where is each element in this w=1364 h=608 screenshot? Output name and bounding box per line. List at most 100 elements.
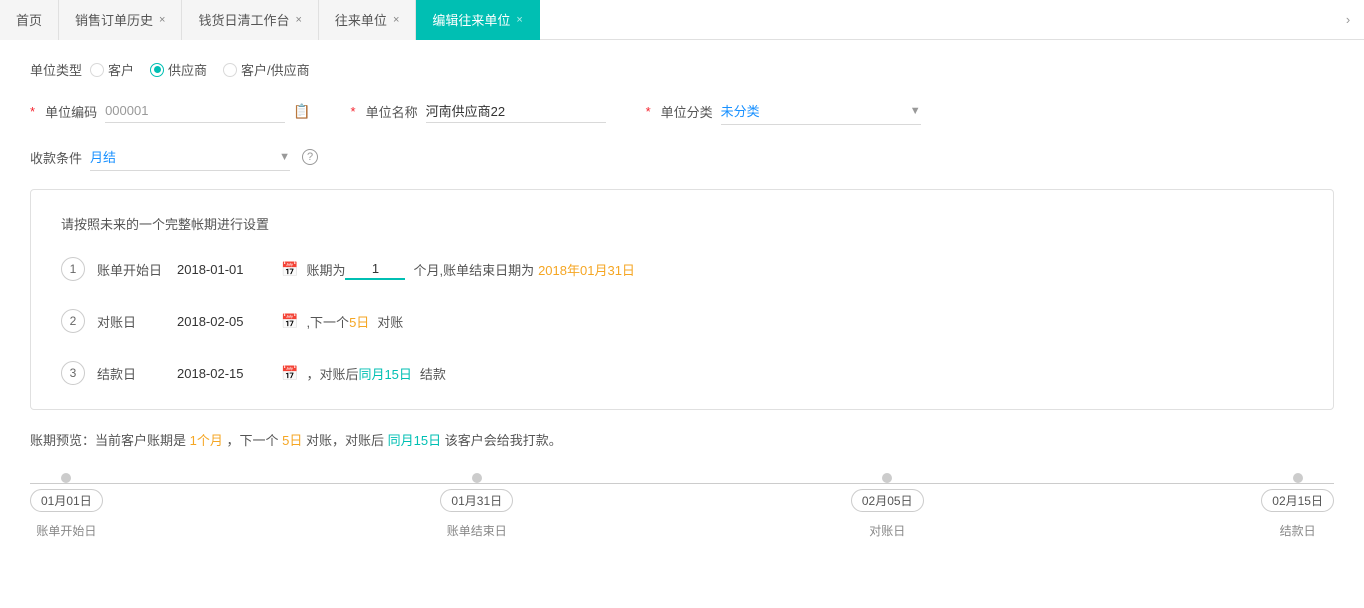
step-1-desc-suffix: 个月,账单结束日期为: [413, 260, 534, 279]
tab-cash-close-icon[interactable]: ×: [295, 14, 301, 26]
unit-info-row: * 单位编码 📋 * 单位名称 * 单位分类 未分类 ▼: [30, 97, 1334, 125]
tab-bar: 首页 销售订单历史 × 钱货日清工作台 × 往来单位 × 编辑往来单位 × ›: [0, 0, 1364, 40]
preview-middle1: ，下一个: [227, 433, 279, 448]
step-2-highlight: 5日: [349, 312, 369, 331]
tab-home-label: 首页: [16, 10, 42, 29]
timeline-label-1: 账单结束日: [447, 522, 507, 539]
preview-suffix: 该客户会给我打款。: [445, 433, 562, 448]
step-3-desc-suffix: 结款: [420, 364, 446, 383]
payment-terms-label: 收款条件: [30, 148, 82, 167]
unit-category-arrow-icon: ▼: [910, 105, 921, 117]
unit-code-icon[interactable]: 📋: [293, 103, 310, 120]
radio-customer[interactable]: 客户: [90, 60, 134, 79]
step-2-calendar-icon[interactable]: 📅: [281, 313, 298, 330]
timeline-node-3: 02月15日 结款日: [1261, 473, 1334, 539]
tab-counterparts-close-icon[interactable]: ×: [393, 14, 399, 26]
preview-row: 账期预览：当前客户账期是 1个月 ，下一个 5日 对账，对账后 同月15日 该客…: [30, 430, 1334, 449]
timeline: 01月01日 账单开始日 01月31日 账单结束日 02月05日 对账日 02月…: [30, 473, 1334, 539]
preview-middle2: 对账，对账后: [306, 433, 384, 448]
step-3-label: 结款日: [97, 364, 177, 383]
unit-code-input[interactable]: [105, 99, 285, 123]
tab-edit-close-icon[interactable]: ×: [516, 14, 522, 26]
unit-category-value: 未分类: [721, 101, 910, 120]
timeline-nodes: 01月01日 账单开始日 01月31日 账单结束日 02月05日 对账日 02月…: [30, 473, 1334, 539]
step-3-highlight: 同月15日: [358, 364, 411, 383]
unit-category-dropdown[interactable]: 未分类 ▼: [721, 97, 921, 125]
timeline-badge-3: 02月15日: [1261, 489, 1334, 512]
preview-date2: 同月15日: [388, 433, 441, 448]
radio-customer-label: 客户: [108, 60, 134, 79]
radio-both-circle: [223, 63, 237, 77]
unit-name-star: *: [351, 104, 356, 119]
unit-code-star: *: [30, 104, 35, 119]
timeline-dot-3: [1293, 473, 1303, 483]
unit-type-field: 单位类型 客户 供应商 客户/供应商: [30, 60, 310, 79]
preview-period: 1个月: [190, 433, 223, 448]
step-2-row: 2 对账日 2018-02-05 📅 ,下一个 5日 对账: [61, 309, 1303, 333]
timeline-label-3: 结款日: [1280, 522, 1316, 539]
tab-edit-counterpart[interactable]: 编辑往来单位 ×: [416, 0, 539, 40]
unit-code-label: 单位编码: [45, 102, 97, 121]
tab-counterparts[interactable]: 往来单位 ×: [319, 0, 416, 40]
timeline-dot-2: [882, 473, 892, 483]
step-1-row: 1 账单开始日 2018-01-01 📅 账期为 个月,账单结束日期为 2018…: [61, 257, 1303, 281]
timeline-node-1: 01月31日 账单结束日: [440, 473, 513, 539]
timeline-node-2: 02月05日 对账日: [851, 473, 924, 539]
step-2-date: 2018-02-05: [177, 314, 277, 329]
step-1-num: 1: [61, 257, 85, 281]
timeline-badge-0: 01月01日: [30, 489, 103, 512]
tab-counterparts-label: 往来单位: [335, 10, 387, 29]
timeline-node-0: 01月01日 账单开始日: [30, 473, 103, 539]
tab-cash-label: 钱货日清工作台: [198, 10, 289, 29]
tab-cash-goods[interactable]: 钱货日清工作台 ×: [182, 0, 318, 40]
step-1-end-date: 2018年01月31日: [538, 260, 635, 279]
tab-sales-label: 销售订单历史: [75, 10, 153, 29]
step-3-desc-prefix: ，对账后: [306, 364, 358, 383]
payment-terms-help-icon[interactable]: ?: [302, 149, 318, 165]
radio-supplier-label: 供应商: [168, 60, 207, 79]
preview-prefix: 账期预览：当前客户账期是: [30, 433, 186, 448]
step-1-desc-prefix: 账期为: [306, 260, 345, 279]
radio-both[interactable]: 客户/供应商: [223, 60, 310, 79]
tab-home[interactable]: 首页: [0, 0, 59, 40]
timeline-badge-2: 02月05日: [851, 489, 924, 512]
unit-name-input[interactable]: [426, 99, 606, 123]
timeline-label-2: 对账日: [869, 522, 905, 539]
payment-terms-field: 收款条件 月结 ▼ ?: [30, 143, 318, 171]
payment-terms-arrow-icon: ▼: [279, 151, 290, 163]
unit-code-field: * 单位编码 📋: [30, 99, 311, 123]
radio-supplier-circle: [150, 63, 164, 77]
section-title: 请按照未来的一个完整帐期进行设置: [61, 214, 1303, 233]
timeline-badge-1: 01月31日: [440, 489, 513, 512]
step-3-row: 3 结款日 2018-02-15 📅 ，对账后 同月15日 结款: [61, 361, 1303, 385]
step-1-period-input[interactable]: [345, 259, 405, 280]
radio-customer-circle: [90, 63, 104, 77]
timeline-label-0: 账单开始日: [36, 522, 96, 539]
radio-supplier[interactable]: 供应商: [150, 60, 207, 79]
unit-type-label: 单位类型: [30, 60, 82, 79]
step-1-label: 账单开始日: [97, 260, 177, 279]
step-2-desc-prefix: ,下一个: [306, 312, 349, 331]
step-1-date: 2018-01-01: [177, 262, 277, 277]
tab-sales-order-history[interactable]: 销售订单历史 ×: [59, 0, 182, 40]
step-3-num: 3: [61, 361, 85, 385]
preview-date1: 5日: [282, 433, 302, 448]
step-2-label: 对账日: [97, 312, 177, 331]
billing-period-section: 请按照未来的一个完整帐期进行设置 1 账单开始日 2018-01-01 📅 账期…: [30, 189, 1334, 410]
unit-category-star: *: [646, 104, 651, 119]
timeline-dot-1: [472, 473, 482, 483]
radio-both-label: 客户/供应商: [241, 60, 310, 79]
step-3-calendar-icon[interactable]: 📅: [281, 365, 298, 382]
tab-sales-close-icon[interactable]: ×: [159, 14, 165, 26]
payment-terms-row: 收款条件 月结 ▼ ?: [30, 143, 1334, 171]
timeline-dot-0: [61, 473, 71, 483]
unit-category-label: 单位分类: [661, 102, 713, 121]
step-3-date: 2018-02-15: [177, 366, 277, 381]
step-1-calendar-icon[interactable]: 📅: [281, 261, 298, 278]
tab-more-button[interactable]: ›: [1332, 0, 1364, 40]
unit-name-field: * 单位名称: [351, 99, 606, 123]
tab-edit-label: 编辑往来单位: [432, 10, 510, 29]
unit-name-label: 单位名称: [366, 102, 418, 121]
payment-terms-dropdown[interactable]: 月结 ▼: [90, 143, 290, 171]
unit-type-row: 单位类型 客户 供应商 客户/供应商: [30, 60, 1334, 79]
